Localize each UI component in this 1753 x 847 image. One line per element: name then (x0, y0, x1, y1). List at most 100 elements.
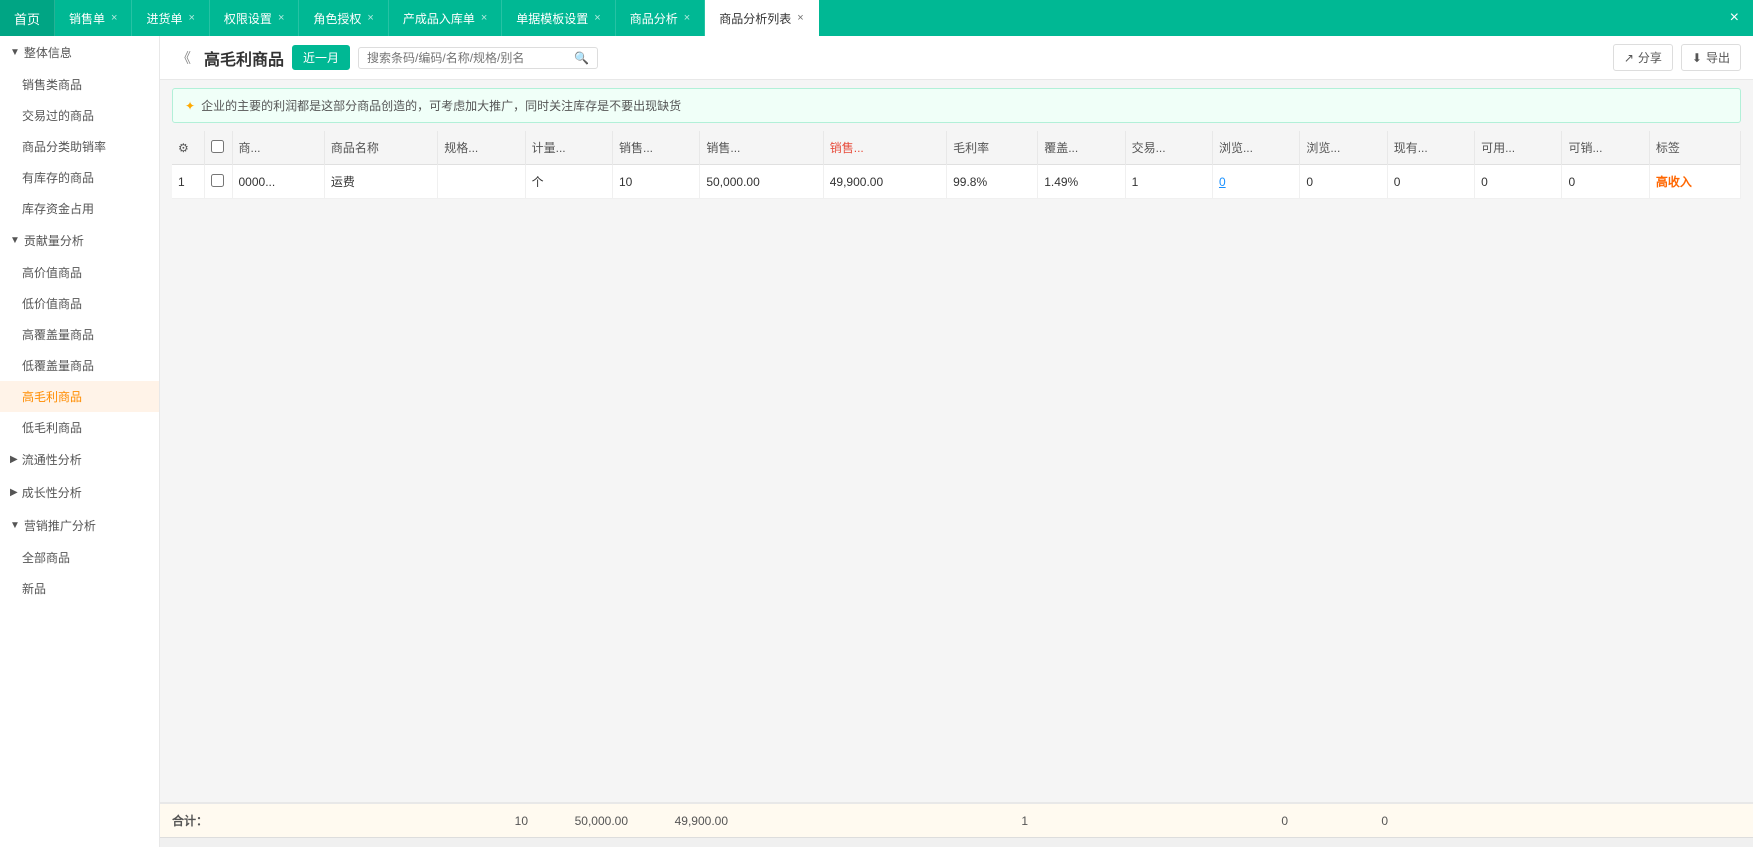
close-tab-sales[interactable]: × (111, 12, 117, 24)
page-title: 高毛利商品 (204, 46, 284, 70)
sidebar-item-high-value[interactable]: 高价值商品 (0, 257, 159, 288)
search-input[interactable] (367, 51, 570, 65)
main-layout: ▼ 整体信息 销售类商品 交易过的商品 商品分类助销率 有库存的商品 库存资金占… (0, 36, 1753, 847)
cell-sale-qty: 10 (613, 165, 700, 199)
col-trade: 交易... (1125, 131, 1212, 165)
close-tab-permissions[interactable]: × (278, 12, 284, 24)
nav-template[interactable]: 单据模板设置 × (502, 0, 615, 36)
sidebar-group-overall[interactable]: ▼ 整体信息 (0, 36, 159, 69)
select-all-checkbox[interactable] (211, 140, 224, 153)
close-tab-roles[interactable]: × (367, 12, 373, 24)
arrow-right-icon: ▶ (10, 454, 18, 465)
nav-finished-goods[interactable]: 产成品入库单 × (389, 0, 502, 36)
nav-purchase[interactable]: 进货单 × (132, 0, 209, 36)
footer-sale-qty-val: 10 (448, 814, 528, 828)
close-window-button[interactable]: × (1716, 0, 1753, 36)
filter-recent-month-button[interactable]: 近一月 (292, 45, 350, 70)
sidebar-item-sales-goods[interactable]: 销售类商品 (0, 69, 159, 100)
sidebar-item-low-coverage[interactable]: 低覆盖量商品 (0, 350, 159, 381)
cell-seq: 1 (172, 165, 204, 199)
cell-checkbox[interactable] (204, 165, 232, 199)
col-spec: 规格... (438, 131, 525, 165)
sidebar-item-stock-capital[interactable]: 库存资金占用 (0, 193, 159, 224)
search-icon[interactable]: 🔍 (574, 51, 589, 65)
cell-tag: 高收入 (1649, 165, 1740, 199)
footer-trade: 1 (948, 814, 1028, 828)
sidebar-item-low-margin[interactable]: 低毛利商品 (0, 412, 159, 443)
close-tab-product-analysis[interactable]: × (684, 12, 690, 24)
close-tab-purchase[interactable]: × (188, 12, 194, 24)
cell-gross-margin: 99.8% (947, 165, 1038, 199)
sidebar-item-new-goods[interactable]: 新品 (0, 573, 159, 604)
info-icon: ✦ (185, 99, 195, 113)
close-tab-product-analysis-list[interactable]: × (797, 12, 803, 24)
arrow-right-icon-2: ▶ (10, 487, 18, 498)
col-coverage: 覆盖... (1038, 131, 1125, 165)
nav-home[interactable]: 首页 (0, 0, 55, 36)
close-tab-finished-goods[interactable]: × (481, 12, 487, 24)
close-tab-template[interactable]: × (594, 12, 600, 24)
top-navigation: 首页 销售单 × 进货单 × 权限设置 × 角色授权 × 产成品入库单 × 单据… (0, 0, 1753, 36)
cell-trade: 1 (1125, 165, 1212, 199)
sidebar-item-traded-goods[interactable]: 交易过的商品 (0, 100, 159, 131)
col-tag: 标签 (1649, 131, 1740, 165)
cell-saleable: 0 (1562, 165, 1649, 199)
nav-product-analysis[interactable]: 商品分析 × (616, 0, 705, 36)
footer-sale-profit: 49,900.00 (648, 814, 728, 828)
footer-sale-amount: 50,000.00 (548, 814, 628, 828)
table-row: 1 0000... 运费 个 10 50,000.00 49,900.00 99… (172, 165, 1741, 199)
cell-spec (438, 165, 525, 199)
nav-permissions[interactable]: 权限设置 × (210, 0, 299, 36)
col-view2: 浏览... (1300, 131, 1387, 165)
export-button[interactable]: ⬇ 导出 (1681, 44, 1741, 71)
sidebar-item-all-goods[interactable]: 全部商品 (0, 542, 159, 573)
nav-sales[interactable]: 销售单 × (55, 0, 132, 36)
cell-view1[interactable]: 0 (1212, 165, 1299, 199)
col-view1: 浏览... (1212, 131, 1299, 165)
col-code: 商... (232, 131, 324, 165)
cell-view2: 0 (1300, 165, 1387, 199)
info-banner: ✦ 企业的主要的利润都是这部分商品创造的，可考虑加大推广，同时关注库存是不要出现… (172, 88, 1741, 123)
arrow-down-icon-2: ▼ (10, 235, 20, 246)
sidebar-item-high-coverage[interactable]: 高覆盖量商品 (0, 319, 159, 350)
cell-current: 0 (1387, 165, 1474, 199)
sidebar-group-liquidity[interactable]: ▶ 流通性分析 (0, 443, 159, 476)
cell-unit: 个 (525, 165, 612, 199)
col-checkbox[interactable] (204, 131, 232, 165)
col-name: 商品名称 (324, 131, 437, 165)
horizontal-scrollbar[interactable] (160, 837, 1753, 847)
share-button[interactable]: ↗ 分享 (1613, 44, 1673, 71)
sidebar-group-marketing[interactable]: ▼ 营销推广分析 (0, 509, 159, 542)
col-current: 现有... (1387, 131, 1474, 165)
search-box: 🔍 (358, 47, 598, 69)
sidebar-item-in-stock[interactable]: 有库存的商品 (0, 162, 159, 193)
arrow-down-icon: ▼ (10, 47, 20, 58)
data-table: ⚙ 商... 商品名称 规格... 计量... 销售... 销售... 销售..… (172, 131, 1741, 199)
sidebar-item-low-value[interactable]: 低价值商品 (0, 288, 159, 319)
nav-roles[interactable]: 角色授权 × (299, 0, 388, 36)
cell-usable: 0 (1475, 165, 1562, 199)
table-header-row: ⚙ 商... 商品名称 规格... 计量... 销售... 销售... 销售..… (172, 131, 1741, 165)
footer-current: 0 (1208, 814, 1288, 828)
col-unit: 计量... (525, 131, 612, 165)
export-icon: ⬇ (1692, 51, 1702, 65)
sidebar-item-category-assist[interactable]: 商品分类助销率 (0, 131, 159, 162)
content-area: 《 高毛利商品 近一月 🔍 ↗ 分享 ⬇ 导出 ✦ 企业的主要的利润都是这部分商… (160, 36, 1753, 847)
col-saleable: 可销... (1562, 131, 1649, 165)
row-checkbox[interactable] (211, 174, 224, 187)
sidebar-group-growth[interactable]: ▶ 成长性分析 (0, 476, 159, 509)
cell-coverage: 1.49% (1038, 165, 1125, 199)
cell-sale-profit: 49,900.00 (823, 165, 946, 199)
sidebar: ▼ 整体信息 销售类商品 交易过的商品 商品分类助销率 有库存的商品 库存资金占… (0, 36, 160, 847)
arrow-down-icon-3: ▼ (10, 520, 20, 531)
collapse-sidebar-button[interactable]: 《 (172, 46, 196, 70)
col-settings[interactable]: ⚙ (172, 131, 204, 165)
sidebar-item-high-margin[interactable]: 高毛利商品 (0, 381, 159, 412)
col-sale-qty: 销售... (613, 131, 700, 165)
content-header: 《 高毛利商品 近一月 🔍 ↗ 分享 ⬇ 导出 (160, 36, 1753, 80)
sidebar-group-contribution[interactable]: ▼ 贡献量分析 (0, 224, 159, 257)
cell-sale-amount: 50,000.00 (700, 165, 823, 199)
share-icon: ↗ (1624, 51, 1634, 65)
nav-product-analysis-list[interactable]: 商品分析列表 × (705, 0, 818, 36)
col-usable: 可用... (1475, 131, 1562, 165)
